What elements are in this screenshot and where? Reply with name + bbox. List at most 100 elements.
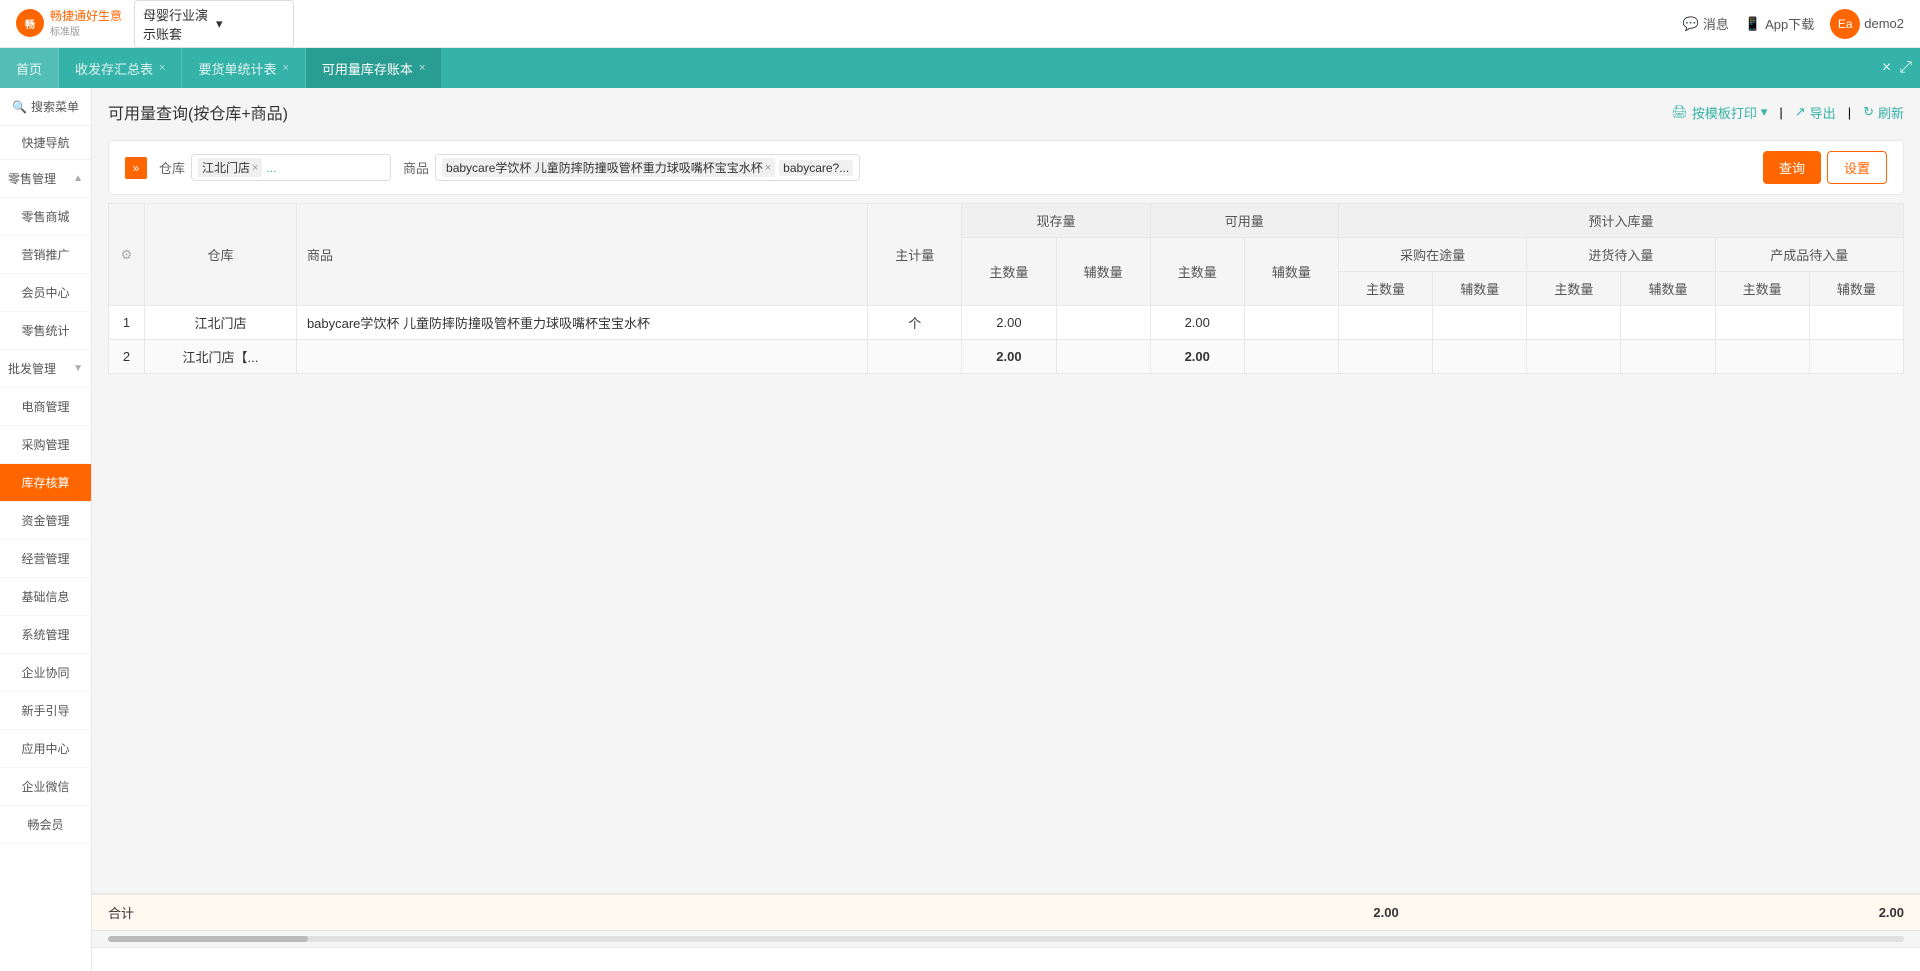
content-area: 可用量查询(按仓库+商品) 🖨 按模板打印 ▾ | ↗ 导出 | ↻ 刷新 — [92, 88, 1920, 971]
sidebar-item-retail-mgmt[interactable]: 零售管理 ▲ — [0, 160, 91, 198]
main-unit-column-header: 主计量 — [868, 204, 962, 306]
row-product-2 — [296, 340, 867, 374]
query-button[interactable]: 查询 — [1763, 151, 1821, 184]
row-finished-aux-1 — [1809, 306, 1903, 340]
row-stock-main-1: 2.00 — [962, 306, 1056, 340]
tab-order-stats[interactable]: 要货单统计表 × — [182, 48, 305, 88]
row-avail-main-2: 2.00 — [1150, 340, 1244, 374]
sidebar-item-ecommerce[interactable]: 电商管理 — [0, 388, 91, 426]
sidebar-item-wholesale-mgmt[interactable]: 批发管理 ▼ — [0, 350, 91, 388]
sidebar-item-member[interactable]: 畅会员 — [0, 806, 91, 844]
app-icon: 📱 — [1745, 16, 1761, 32]
print-icon: 🖨 — [1671, 104, 1688, 120]
close-tab-order[interactable]: × — [282, 62, 288, 74]
row-unit-2 — [868, 340, 962, 374]
sidebar-item-inventory[interactable]: 库存核算 — [0, 464, 91, 502]
sidebar-item-enterprise-collab[interactable]: 企业协同 — [0, 654, 91, 692]
product-tags[interactable]: babycare学饮杯 儿童防摔防撞吸管杯重力球吸嘴杯宝宝水杯 × babyca… — [435, 154, 860, 181]
row-finished-main-1 — [1715, 306, 1809, 340]
total-avail-main: 2.00 — [1879, 905, 1904, 920]
brand-sub: 标准版 — [50, 23, 122, 38]
table-area[interactable]: ⚙ 仓库 商品 主计量 现存量 可用量 预计入库量 主数量 辅数量 主数量 辅数… — [92, 203, 1920, 893]
refresh-button[interactable]: ↻ 刷新 — [1863, 103, 1904, 122]
sidebar-item-newbie[interactable]: 新手引导 — [0, 692, 91, 730]
finished-main-header: 主数量 — [1715, 272, 1809, 306]
close-all-button[interactable]: × — [1882, 59, 1891, 77]
finished-pending-header: 产成品待入量 — [1715, 238, 1903, 272]
settings-column-header[interactable]: ⚙ — [109, 204, 145, 306]
sidebar-item-app-center[interactable]: 应用中心 — [0, 730, 91, 768]
row-stock-aux-2 — [1056, 340, 1150, 374]
sidebar-item-marketing[interactable]: 营销推广 — [0, 236, 91, 274]
row-finished-aux-2 — [1809, 340, 1903, 374]
row-goods-main-1 — [1527, 306, 1621, 340]
row-stock-aux-1 — [1056, 306, 1150, 340]
settings-button[interactable]: 设置 — [1827, 151, 1887, 184]
close-tab-receive[interactable]: × — [159, 62, 165, 74]
total-label: 合计 — [108, 903, 134, 922]
row-goods-main-2 — [1527, 340, 1621, 374]
user-menu[interactable]: Ea demo2 — [1830, 9, 1904, 39]
product-label: 商品 — [403, 158, 429, 177]
available-header: 可用量 — [1150, 204, 1338, 238]
table-row: 1 江北门店 babycare学饮杯 儿童防摔防撞吸管杯重力球吸嘴杯宝宝水杯 个… — [109, 306, 1904, 340]
scroll-thumb[interactable] — [108, 936, 308, 942]
scroll-track[interactable] — [108, 936, 1904, 942]
remove-warehouse-tag[interactable]: × — [252, 162, 258, 174]
top-bar: 畅 畅捷通好生意 标准版 母婴行业演示账套 ▾ 💬 消息 📱 App下载 Ea … — [0, 0, 1920, 48]
sidebar-item-finance[interactable]: 资金管理 — [0, 502, 91, 540]
avail-aux-qty-header: 辅数量 — [1244, 238, 1338, 306]
warehouse-more[interactable]: ... — [266, 161, 276, 175]
brand-logo: 畅 — [16, 9, 44, 37]
top-bar-left: 畅 畅捷通好生意 标准版 母婴行业演示账套 ▾ — [16, 0, 294, 48]
row-stock-main-2: 2.00 — [962, 340, 1056, 374]
maximize-button[interactable]: ⤢ — [1899, 59, 1912, 77]
tab-receive-summary[interactable]: 收发存汇总表 × — [59, 48, 182, 88]
close-tab-available[interactable]: × — [419, 62, 425, 74]
sidebar: 🔍 搜索菜单 快捷导航 零售管理 ▲ 零售商城 营销推广 会员中心 零售统计 批… — [0, 88, 92, 971]
filter-actions: 查询 设置 — [1763, 151, 1887, 184]
column-settings-icon[interactable]: ⚙ — [121, 247, 133, 262]
arrow-icon-2: ▼ — [73, 363, 83, 374]
nav-actions: × ⤢ — [1874, 48, 1920, 88]
total-values: 2.00 2.00 — [1373, 905, 1904, 920]
sidebar-item-retail-mall[interactable]: 零售商城 — [0, 198, 91, 236]
export-button[interactable]: ↗ 导出 — [1795, 103, 1836, 122]
remove-product-tag-1[interactable]: × — [765, 162, 771, 174]
current-stock-header: 现存量 — [962, 204, 1150, 238]
sidebar-item-purchase[interactable]: 采购管理 — [0, 426, 91, 464]
row-purchase-main-2 — [1338, 340, 1432, 374]
sidebar-item-retail-stats[interactable]: 零售统计 — [0, 312, 91, 350]
message-button[interactable]: 💬 消息 — [1683, 14, 1729, 33]
sidebar-item-operations[interactable]: 经营管理 — [0, 540, 91, 578]
sidebar-item-member-center[interactable]: 会员中心 — [0, 274, 91, 312]
print-button[interactable]: 🖨 按模板打印 ▾ — [1671, 103, 1767, 122]
warehouse-tags[interactable]: 江北门店 × ... — [191, 154, 391, 181]
row-avail-aux-1 — [1244, 306, 1338, 340]
avatar: Ea — [1830, 9, 1860, 39]
store-selector[interactable]: 母婴行业演示账套 ▾ — [134, 0, 294, 48]
sidebar-item-system[interactable]: 系统管理 — [0, 616, 91, 654]
tab-available-inventory[interactable]: 可用量库存账本 × — [306, 48, 442, 88]
sidebar-search[interactable]: 🔍 搜索菜单 — [0, 88, 91, 126]
data-table: ⚙ 仓库 商品 主计量 现存量 可用量 预计入库量 主数量 辅数量 主数量 辅数… — [108, 203, 1904, 374]
row-product-1: babycare学饮杯 儿童防摔防撞吸管杯重力球吸嘴杯宝宝水杯 — [296, 306, 867, 340]
row-unit-1: 个 — [868, 306, 962, 340]
avail-main-qty-header: 主数量 — [1150, 238, 1244, 306]
app-download-button[interactable]: 📱 App下载 — [1745, 14, 1814, 33]
product-tag-1: babycare学饮杯 儿童防摔防撞吸管杯重力球吸嘴杯宝宝水杯 × — [442, 158, 775, 177]
warehouse-column-header: 仓库 — [145, 204, 297, 306]
row-avail-aux-2 — [1244, 340, 1338, 374]
tab-home[interactable]: 首页 — [0, 48, 59, 88]
dropdown-icon: ▾ — [216, 16, 285, 32]
filter-expand-button[interactable]: » — [125, 157, 147, 179]
brand-name: 畅捷通好生意 — [50, 9, 122, 23]
sidebar-item-enterprise-wechat[interactable]: 企业微信 — [0, 768, 91, 806]
sidebar-quick-nav[interactable]: 快捷导航 — [0, 126, 91, 160]
warehouse-filter: 仓库 江北门店 × ... — [159, 154, 391, 181]
top-bar-right: 💬 消息 📱 App下载 Ea demo2 — [1683, 9, 1904, 39]
sidebar-item-basic-info[interactable]: 基础信息 — [0, 578, 91, 616]
username: demo2 — [1864, 16, 1904, 31]
page-actions: 🖨 按模板打印 ▾ | ↗ 导出 | ↻ 刷新 — [1671, 103, 1904, 122]
message-icon: 💬 — [1683, 16, 1699, 32]
